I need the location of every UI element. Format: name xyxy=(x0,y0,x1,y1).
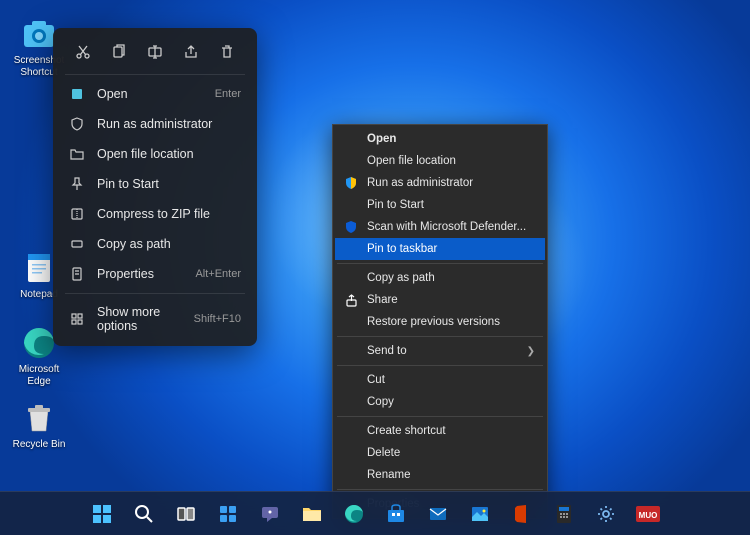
muo-button[interactable]: MUO xyxy=(629,496,667,532)
menu-item-run-admin[interactable]: Run as administrator xyxy=(335,172,545,194)
chat-button[interactable] xyxy=(251,496,289,532)
desktop-icon-label: Recycle Bin xyxy=(13,439,66,451)
menu-item-create-shortcut[interactable]: Create shortcut xyxy=(335,420,545,442)
pin-icon xyxy=(69,176,85,192)
context-menu-action-row xyxy=(57,34,253,70)
share-icon xyxy=(343,292,359,308)
recyclebin-icon xyxy=(20,399,58,437)
open-icon xyxy=(69,86,85,102)
menu-item-pin-taskbar[interactable]: Pin to taskbar xyxy=(335,238,545,260)
separator xyxy=(65,74,245,75)
explorer-button[interactable] xyxy=(293,496,331,532)
separator xyxy=(337,416,543,417)
menu-item-compress[interactable]: Compress to ZIP file xyxy=(57,199,253,229)
menu-item-open-location[interactable]: Open file location xyxy=(335,150,545,172)
office-button[interactable] xyxy=(503,496,541,532)
taskbar: MUO xyxy=(0,491,750,535)
photos-button[interactable] xyxy=(461,496,499,532)
menu-item-restore[interactable]: Restore previous versions xyxy=(335,311,545,333)
zip-icon xyxy=(69,206,85,222)
taskview-button[interactable] xyxy=(167,496,205,532)
menu-item-share[interactable]: Share xyxy=(335,289,545,311)
menu-item-pin-start[interactable]: Pin to Start xyxy=(57,169,253,199)
edge-button[interactable] xyxy=(335,496,373,532)
calculator-button[interactable] xyxy=(545,496,583,532)
settings-button[interactable] xyxy=(587,496,625,532)
properties-icon xyxy=(69,266,85,282)
svg-text:MUO: MUO xyxy=(639,511,658,520)
mail-button[interactable] xyxy=(419,496,457,532)
separator xyxy=(337,365,543,366)
separator xyxy=(337,263,543,264)
store-button[interactable] xyxy=(377,496,415,532)
menu-item-open[interactable]: Open Enter xyxy=(57,79,253,109)
menu-item-copy-path[interactable]: Copy as path xyxy=(57,229,253,259)
chevron-right-icon: ❯ xyxy=(527,346,535,357)
menu-item-cut[interactable]: Cut xyxy=(335,369,545,391)
separator xyxy=(337,489,543,490)
copy-icon[interactable] xyxy=(107,40,131,64)
shield-icon xyxy=(69,116,85,132)
menu-item-more-options[interactable]: Show more options Shift+F10 xyxy=(57,298,253,340)
menu-item-copy[interactable]: Copy xyxy=(335,391,545,413)
folder-icon xyxy=(69,146,85,162)
rename-icon[interactable] xyxy=(143,40,167,64)
widgets-button[interactable] xyxy=(209,496,247,532)
start-button[interactable] xyxy=(83,496,121,532)
menu-item-copy-path[interactable]: Copy as path xyxy=(335,267,545,289)
share-icon[interactable] xyxy=(179,40,203,64)
path-icon xyxy=(69,236,85,252)
desktop-icon-label: Microsoft Edge xyxy=(8,364,70,388)
menu-item-open[interactable]: Open xyxy=(335,128,545,150)
more-icon xyxy=(69,311,85,327)
menu-item-open-location[interactable]: Open file location xyxy=(57,139,253,169)
search-button[interactable] xyxy=(125,496,163,532)
separator xyxy=(337,336,543,337)
defender-icon xyxy=(343,219,359,235)
menu-item-run-admin[interactable]: Run as administrator xyxy=(57,109,253,139)
context-menu-win11: Open Enter Run as administrator Open fil… xyxy=(53,28,257,346)
delete-icon[interactable] xyxy=(215,40,239,64)
menu-item-properties[interactable]: Properties Alt+Enter xyxy=(57,259,253,289)
cut-icon[interactable] xyxy=(71,40,95,64)
separator xyxy=(65,293,245,294)
menu-item-send-to[interactable]: Send to❯ xyxy=(335,340,545,362)
shield-icon xyxy=(343,175,359,191)
menu-item-pin-start[interactable]: Pin to Start xyxy=(335,194,545,216)
desktop-icon-recyclebin[interactable]: Recycle Bin xyxy=(8,399,70,451)
menu-item-delete[interactable]: Delete xyxy=(335,442,545,464)
menu-item-rename[interactable]: Rename xyxy=(335,464,545,486)
context-menu-classic: Open Open file location Run as administr… xyxy=(332,124,548,519)
menu-item-defender[interactable]: Scan with Microsoft Defender... xyxy=(335,216,545,238)
